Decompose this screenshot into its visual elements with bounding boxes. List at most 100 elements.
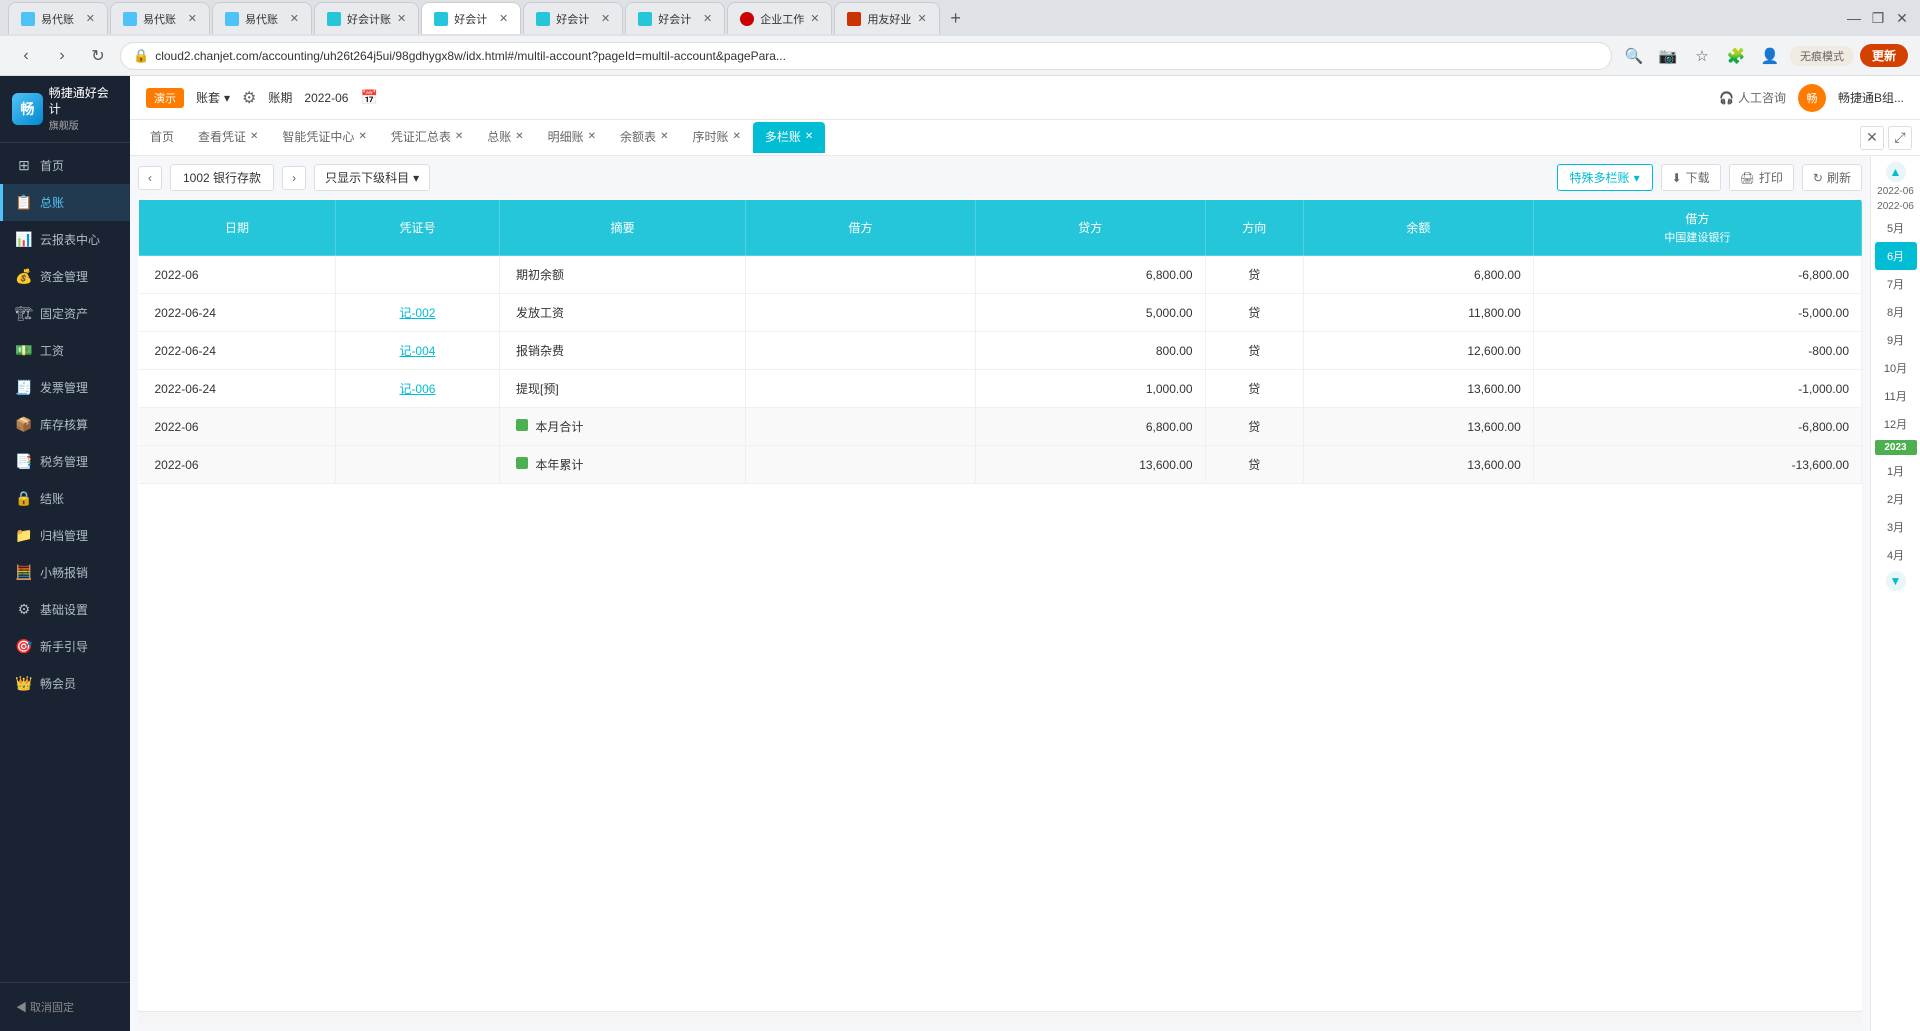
tab-smart-voucher[interactable]: 智能凭证中心 ✕ [270, 122, 378, 153]
tab-close-4[interactable]: ✕ [397, 12, 406, 25]
tab-balance-sheet[interactable]: 余额表 ✕ [608, 122, 680, 153]
subject-prev-button[interactable]: ‹ [138, 166, 162, 190]
cal-month-aug[interactable]: 8月 [1875, 298, 1917, 326]
tab-close-3[interactable]: ✕ [290, 12, 299, 25]
stealth-mode-button[interactable]: 无痕模式 [1790, 46, 1854, 66]
horizontal-scrollbar[interactable] [138, 1011, 1862, 1023]
account-type-dropdown[interactable]: 账套 ▾ [196, 89, 230, 106]
back-button[interactable]: ‹ [12, 42, 40, 70]
forward-button[interactable]: › [48, 42, 76, 70]
profile-icon-btn[interactable]: 👤 [1756, 42, 1784, 70]
print-button[interactable]: 🖨 打印 [1729, 164, 1794, 191]
cell-voucher-1[interactable]: 记-002 [335, 294, 499, 332]
tab-title-3: 易代账 [245, 11, 284, 27]
tab-close-6[interactable]: ✕ [601, 12, 610, 25]
tab-sequence-ledger-close[interactable]: ✕ [732, 131, 740, 142]
tab-voucher-summary-close[interactable]: ✕ [455, 131, 463, 142]
calendar-up-arrow[interactable]: ▲ [1886, 162, 1906, 182]
cal-month-mar[interactable]: 3月 [1875, 513, 1917, 541]
restore-button[interactable]: ❐ [1868, 8, 1888, 28]
address-bar[interactable]: 🔒 cloud2.chanjet.com/accounting/uh26t264… [120, 42, 1612, 70]
unpin-button[interactable]: ◀ 取消固定 [0, 991, 130, 1023]
tab-detail-ledger-close[interactable]: ✕ [588, 131, 596, 142]
tab-favicon-9 [847, 12, 861, 26]
browser-tab-7[interactable]: 好会计 ✕ [625, 2, 725, 34]
sidebar-item-expense[interactable]: 🧮 小畅报销 [0, 554, 130, 591]
sidebar-item-tax[interactable]: 📑 税务管理 [0, 443, 130, 480]
update-button[interactable]: 更新 [1860, 44, 1908, 67]
extensions-icon-btn[interactable]: 🧩 [1722, 42, 1750, 70]
cal-month-jan[interactable]: 1月 [1875, 457, 1917, 485]
tab-close-5[interactable]: ✕ [499, 12, 508, 25]
refresh-button[interactable]: ↻ 刷新 [1802, 164, 1862, 191]
calendar-down-arrow[interactable]: ▼ [1886, 571, 1906, 591]
tab-close-7[interactable]: ✕ [703, 12, 712, 25]
sidebar-item-invoice[interactable]: 🧾 发票管理 [0, 369, 130, 406]
expand-tab-button[interactable]: ⤢ [1888, 126, 1912, 150]
browser-tab-2[interactable]: 易代账 ✕ [110, 2, 210, 34]
browser-tab-1[interactable]: 易代账 ✕ [8, 2, 108, 34]
tab-balance-sheet-close[interactable]: ✕ [660, 131, 668, 142]
download-button[interactable]: ⬇ 下载 [1661, 164, 1721, 191]
sidebar-item-asset[interactable]: 🏗 固定资产 [0, 295, 130, 332]
tab-close-8[interactable]: ✕ [810, 12, 819, 25]
cal-month-may[interactable]: 5月 [1875, 214, 1917, 242]
browser-tab-6[interactable]: 好会计 ✕ [523, 2, 623, 34]
tab-close-9[interactable]: ✕ [917, 12, 926, 25]
tab-close-1[interactable]: ✕ [86, 12, 95, 25]
search-icon-btn[interactable]: 🔍 [1620, 42, 1648, 70]
account-settings-icon[interactable]: ⚙ [242, 88, 256, 108]
tab-voucher-summary[interactable]: 凭证汇总表 ✕ [379, 122, 475, 153]
cal-month-sep[interactable]: 9月 [1875, 326, 1917, 354]
sidebar-item-close[interactable]: 🔒 结账 [0, 480, 130, 517]
cal-month-dec[interactable]: 12月 [1875, 410, 1917, 438]
sidebar-item-settings[interactable]: ⚙ 基础设置 [0, 591, 130, 628]
browser-tab-3[interactable]: 易代账 ✕ [212, 2, 312, 34]
minimize-button[interactable]: — [1844, 8, 1864, 28]
cal-month-feb[interactable]: 2月 [1875, 485, 1917, 513]
tab-detail-ledger[interactable]: 明细账 ✕ [536, 122, 608, 153]
browser-tab-8[interactable]: 企业工作 ✕ [727, 2, 832, 34]
browser-tab-9[interactable]: 用友好业 ✕ [834, 2, 939, 34]
sidebar-item-fund[interactable]: 💰 资金管理 [0, 258, 130, 295]
sidebar-item-ledger[interactable]: 📋 总账 [0, 184, 130, 221]
tab-sequence-ledger[interactable]: 序时账 ✕ [680, 122, 752, 153]
tab-multi-col[interactable]: 多栏账 ✕ [753, 122, 825, 153]
cal-month-nov[interactable]: 11月 [1875, 382, 1917, 410]
cal-month-jul[interactable]: 7月 [1875, 270, 1917, 298]
sidebar-item-home[interactable]: ⊞ 首页 [0, 147, 130, 184]
collapse-tab-button[interactable]: ✕ [1860, 126, 1884, 150]
tab-voucher-view[interactable]: 查看凭证 ✕ [186, 122, 270, 153]
camera-icon-btn[interactable]: 📷 [1654, 42, 1682, 70]
cell-voucher-2[interactable]: 记-004 [335, 332, 499, 370]
sidebar-item-inventory[interactable]: 📦 库存核算 [0, 406, 130, 443]
cal-month-oct[interactable]: 10月 [1875, 354, 1917, 382]
sidebar-item-guide[interactable]: 🎯 新手引导 [0, 628, 130, 665]
tab-close-2[interactable]: ✕ [188, 12, 197, 25]
browser-tab-4[interactable]: 好会计账 ✕ [314, 2, 419, 34]
cal-month-apr[interactable]: 4月 [1875, 541, 1917, 569]
sidebar-item-payroll[interactable]: 💵 工资 [0, 332, 130, 369]
sidebar-item-member[interactable]: 👑 畅会员 [0, 665, 130, 702]
sidebar-item-archive[interactable]: 📁 归档管理 [0, 517, 130, 554]
new-tab-button[interactable]: + [942, 4, 970, 32]
tab-voucher-view-close[interactable]: ✕ [250, 131, 258, 142]
cell-voucher-3[interactable]: 记-006 [335, 370, 499, 408]
reload-button[interactable]: ↻ [84, 42, 112, 70]
star-icon-btn[interactable]: ☆ [1688, 42, 1716, 70]
tab-smart-voucher-close[interactable]: ✕ [358, 131, 366, 142]
filter-dropdown[interactable]: 只显示下级科目 ▾ [314, 164, 430, 191]
sidebar-item-report[interactable]: 📊 云报表中心 [0, 221, 130, 258]
subject-next-button[interactable]: › [282, 166, 306, 190]
logo-text-area: 畅捷通好会计 旗舰版 [49, 86, 118, 132]
tab-general-ledger-close[interactable]: ✕ [515, 131, 523, 142]
browser-tab-5[interactable]: 好会计 ✕ [421, 2, 521, 34]
service-button[interactable]: 🎧 人工咨询 [1719, 89, 1786, 106]
close-button[interactable]: ✕ [1892, 8, 1912, 28]
period-calendar-icon[interactable]: 📅 [360, 89, 377, 106]
tab-home[interactable]: 首页 [138, 122, 186, 153]
cal-month-jun[interactable]: 6月 [1875, 242, 1917, 270]
tab-general-ledger[interactable]: 总账 ✕ [475, 122, 535, 153]
tab-multi-col-close[interactable]: ✕ [805, 131, 813, 142]
multi-col-btn[interactable]: 特殊多栏账 ▾ [1557, 164, 1653, 191]
